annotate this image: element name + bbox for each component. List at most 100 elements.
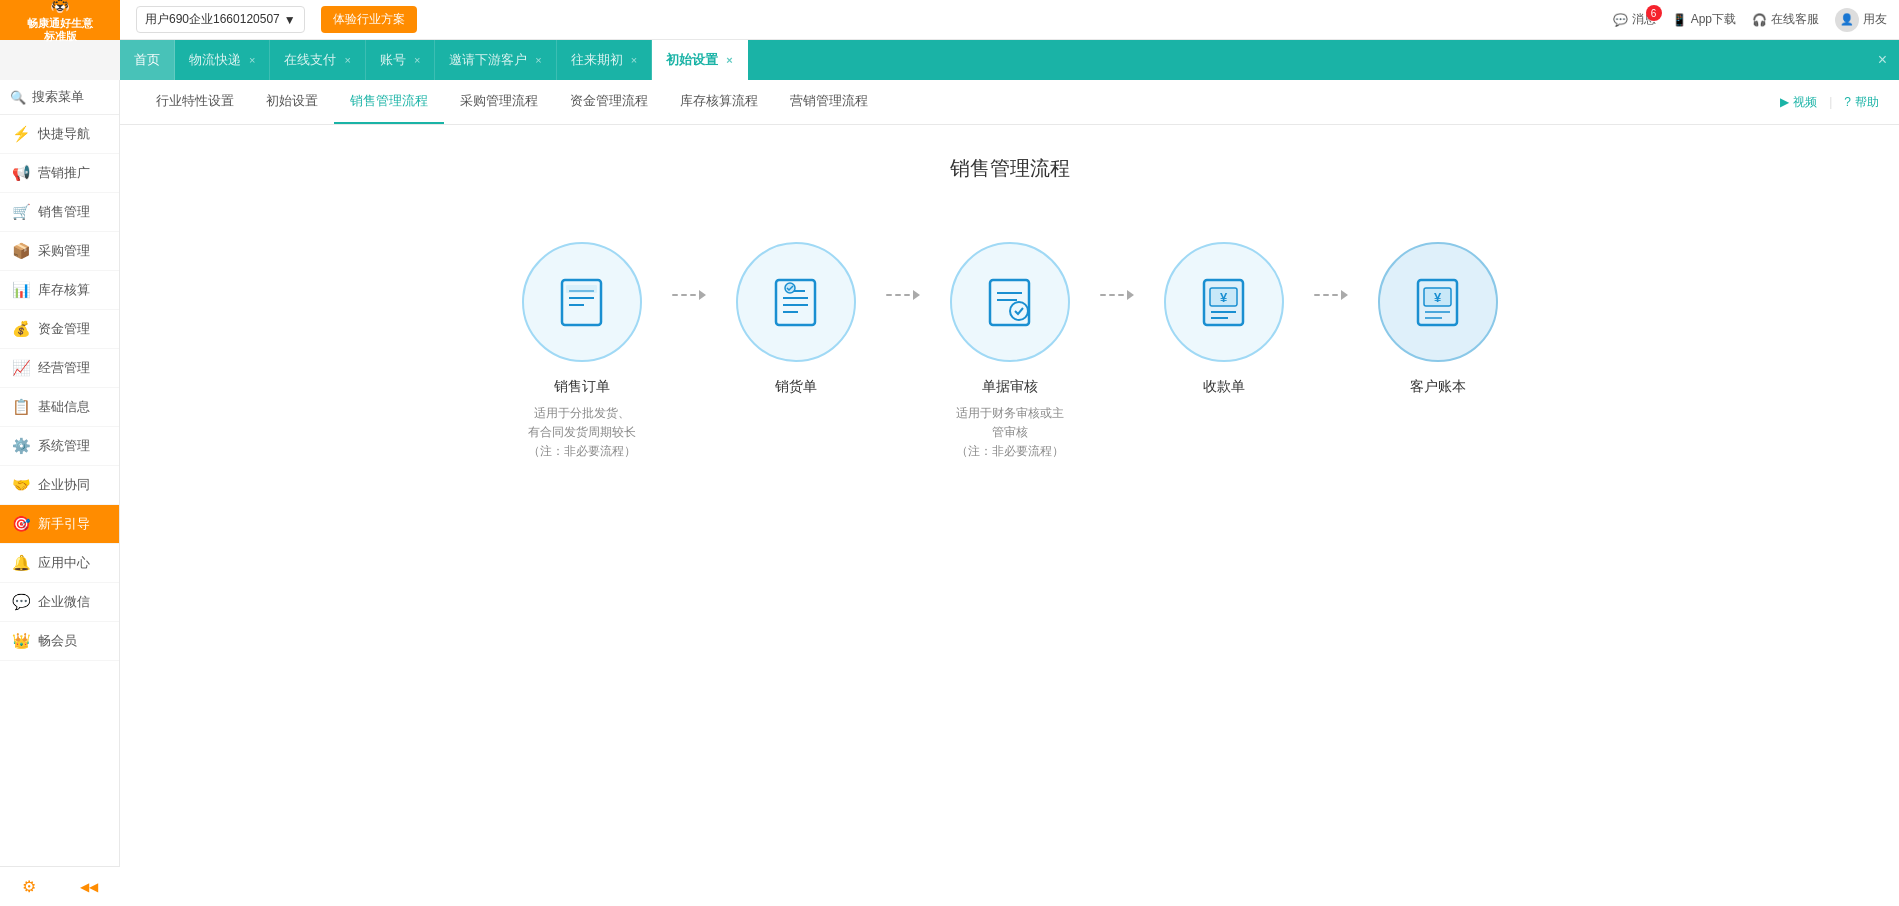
flow-circle-ledger: ¥ [1378, 242, 1498, 362]
sub-tab-industry-label: 行业特性设置 [156, 93, 234, 108]
step5-name: 客户账本 [1410, 378, 1466, 396]
sub-tab-init-label: 初始设置 [266, 93, 318, 108]
collapse-button[interactable]: ◀◀ [76, 876, 102, 898]
nav-tab-home[interactable]: 首页 [120, 40, 175, 80]
video-link[interactable]: ▶ 视频 [1780, 94, 1817, 111]
logo-line1: 畅康通好生意 [27, 17, 93, 30]
app-download-item[interactable]: 📱 App下载 [1672, 11, 1736, 28]
flow-step-audit[interactable]: 单据审核 适用于财务审核或主管审核（注：非必要流程） [920, 242, 1100, 462]
sales-icon: 🛒 [12, 203, 30, 221]
nav-tabs: 首页 物流快递 × 在线支付 × 账号 × 邀请下游客户 × 往来期初 × 初始… [120, 40, 1899, 80]
sub-tabs-actions: ▶ 视频 | ? 帮助 [1780, 94, 1879, 111]
sidebar-item-basic[interactable]: 📋 基础信息 [0, 388, 119, 427]
sub-tabs: 行业特性设置 初始设置 销售管理流程 采购管理流程 资金管理流程 库存核算流程 … [120, 80, 1899, 125]
sidebar-item-apps[interactable]: 🔔 应用中心 [0, 544, 119, 583]
help-link[interactable]: ? 帮助 [1844, 94, 1879, 111]
sidebar-item-collab[interactable]: 🤝 企业协同 [0, 466, 119, 505]
step1-name: 销售订单 [554, 378, 610, 396]
search-icon: 🔍 [10, 90, 26, 105]
flow-step-ledger[interactable]: ¥ 客户账本 [1348, 242, 1528, 404]
nav-tab-payment[interactable]: 在线支付 × [270, 40, 365, 80]
sub-tab-init[interactable]: 初始设置 [250, 80, 334, 124]
close-icon[interactable]: × [249, 54, 255, 66]
sub-tab-inventory-flow-label: 库存核算流程 [680, 93, 758, 108]
sidebar-item-finance[interactable]: 💰 资金管理 [0, 310, 119, 349]
app-icon: 📱 [1672, 13, 1687, 27]
nav-tab-home-label: 首页 [134, 51, 160, 69]
sub-tab-industry[interactable]: 行业特性设置 [140, 80, 250, 124]
sub-tab-finance-flow[interactable]: 资金管理流程 [554, 80, 664, 124]
sidebar-item-label: 经营管理 [38, 359, 90, 377]
operation-icon: 📈 [12, 359, 30, 377]
trial-button[interactable]: 体验行业方案 [321, 6, 417, 33]
sub-tab-inventory-flow[interactable]: 库存核算流程 [664, 80, 774, 124]
nav-tab-init[interactable]: 初始设置 × [652, 40, 747, 80]
dropdown-icon: ▼ [284, 13, 296, 27]
svg-point-10 [1010, 302, 1028, 320]
user-selector[interactable]: 用户690企业1660120507 ▼ [136, 6, 305, 33]
arrow-dashes [1100, 290, 1134, 300]
page-title: 销售管理流程 [160, 155, 1859, 182]
flow-arrow-1 [672, 242, 706, 300]
sidebar-item-purchase[interactable]: 📦 采购管理 [0, 232, 119, 271]
sidebar-item-label: 快捷导航 [38, 125, 90, 143]
newbie-icon: 🎯 [12, 515, 30, 533]
step1-desc: 适用于分批发货、有合同发货周期较长（注：非必要流程） [528, 404, 636, 462]
step4-name: 收款单 [1203, 378, 1245, 396]
search-label: 搜索菜单 [32, 88, 84, 106]
sidebar-item-system[interactable]: ⚙️ 系统管理 [0, 427, 119, 466]
nav-tab-period-label: 往来期初 [571, 51, 623, 69]
system-icon: ⚙️ [12, 437, 30, 455]
close-icon[interactable]: × [535, 54, 541, 66]
flow-circle-audit [950, 242, 1070, 362]
nav-tab-period[interactable]: 往来期初 × [557, 40, 652, 80]
svg-rect-4 [566, 285, 597, 293]
quick-nav-icon: ⚡ [12, 125, 30, 143]
sub-tab-purchase-flow[interactable]: 采购管理流程 [444, 80, 554, 124]
sub-tab-marketing-flow[interactable]: 营销管理流程 [774, 80, 884, 124]
basic-icon: 📋 [12, 398, 30, 416]
service-item[interactable]: 🎧 在线客服 [1752, 11, 1819, 28]
sidebar-item-marketing[interactable]: 📢 营销推广 [0, 154, 119, 193]
logo: 🐯 畅康通好生意 标准版 [0, 0, 120, 40]
sidebar-item-inventory[interactable]: 📊 库存核算 [0, 271, 119, 310]
apps-icon: 🔔 [12, 554, 30, 572]
nav-tab-invite[interactable]: 邀请下游客户 × [435, 40, 556, 80]
sidebar-item-member[interactable]: 👑 畅会员 [0, 622, 119, 661]
sidebar-item-operation[interactable]: 📈 经营管理 [0, 349, 119, 388]
user-profile[interactable]: 👤 用友 [1835, 8, 1887, 32]
sidebar-item-wechat[interactable]: 💬 企业微信 [0, 583, 119, 622]
sub-tab-marketing-flow-label: 营销管理流程 [790, 93, 868, 108]
close-all-tabs[interactable]: × [1866, 40, 1899, 80]
flow-step-payment[interactable]: ¥ 收款单 [1134, 242, 1314, 404]
close-icon[interactable]: × [414, 54, 420, 66]
flow-step-sales-order[interactable]: 销售订单 适用于分批发货、有合同发货周期较长（注：非必要流程） [492, 242, 672, 462]
nav-tab-invite-label: 邀请下游客户 [449, 51, 527, 69]
sidebar-item-newbie[interactable]: 🎯 新手引导 [0, 505, 119, 544]
close-icon[interactable]: × [344, 54, 350, 66]
close-icon[interactable]: × [726, 54, 732, 66]
message-item[interactable]: 💬 消息 6 [1613, 11, 1656, 28]
flow-step-delivery[interactable]: 销货单 [706, 242, 886, 404]
sidebar-item-label: 库存核算 [38, 281, 90, 299]
sub-tab-finance-flow-label: 资金管理流程 [570, 93, 648, 108]
sidebar-item-label: 新手引导 [38, 515, 90, 533]
help-label: 帮助 [1855, 94, 1879, 111]
nav-tab-logistics[interactable]: 物流快递 × [175, 40, 270, 80]
sidebar-item-label: 畅会员 [38, 632, 77, 650]
nav-tab-account[interactable]: 账号 × [366, 40, 435, 80]
settings-button[interactable]: ⚙ [18, 873, 40, 900]
top-bar-left: 🐯 畅康通好生意 标准版 用户690企业1660120507 ▼ 体验行业方案 [0, 0, 417, 40]
sidebar-item-sales[interactable]: 🛒 销售管理 [0, 193, 119, 232]
search-menu[interactable]: 🔍 搜索菜单 [0, 80, 119, 115]
close-icon[interactable]: × [631, 54, 637, 66]
sub-tab-sales-flow[interactable]: 销售管理流程 [334, 80, 444, 124]
user-label: 用户690企业1660120507 [145, 11, 280, 28]
avatar: 👤 [1835, 8, 1859, 32]
close-all-icon: × [1878, 51, 1887, 69]
sidebar-item-quick-nav[interactable]: ⚡ 快捷导航 [0, 115, 119, 154]
app-label: App下载 [1691, 11, 1736, 28]
top-bar: 🐯 畅康通好生意 标准版 用户690企业1660120507 ▼ 体验行业方案 … [0, 0, 1899, 40]
main-content: 行业特性设置 初始设置 销售管理流程 采购管理流程 资金管理流程 库存核算流程 … [120, 80, 1899, 906]
svg-text:¥: ¥ [1220, 290, 1228, 305]
